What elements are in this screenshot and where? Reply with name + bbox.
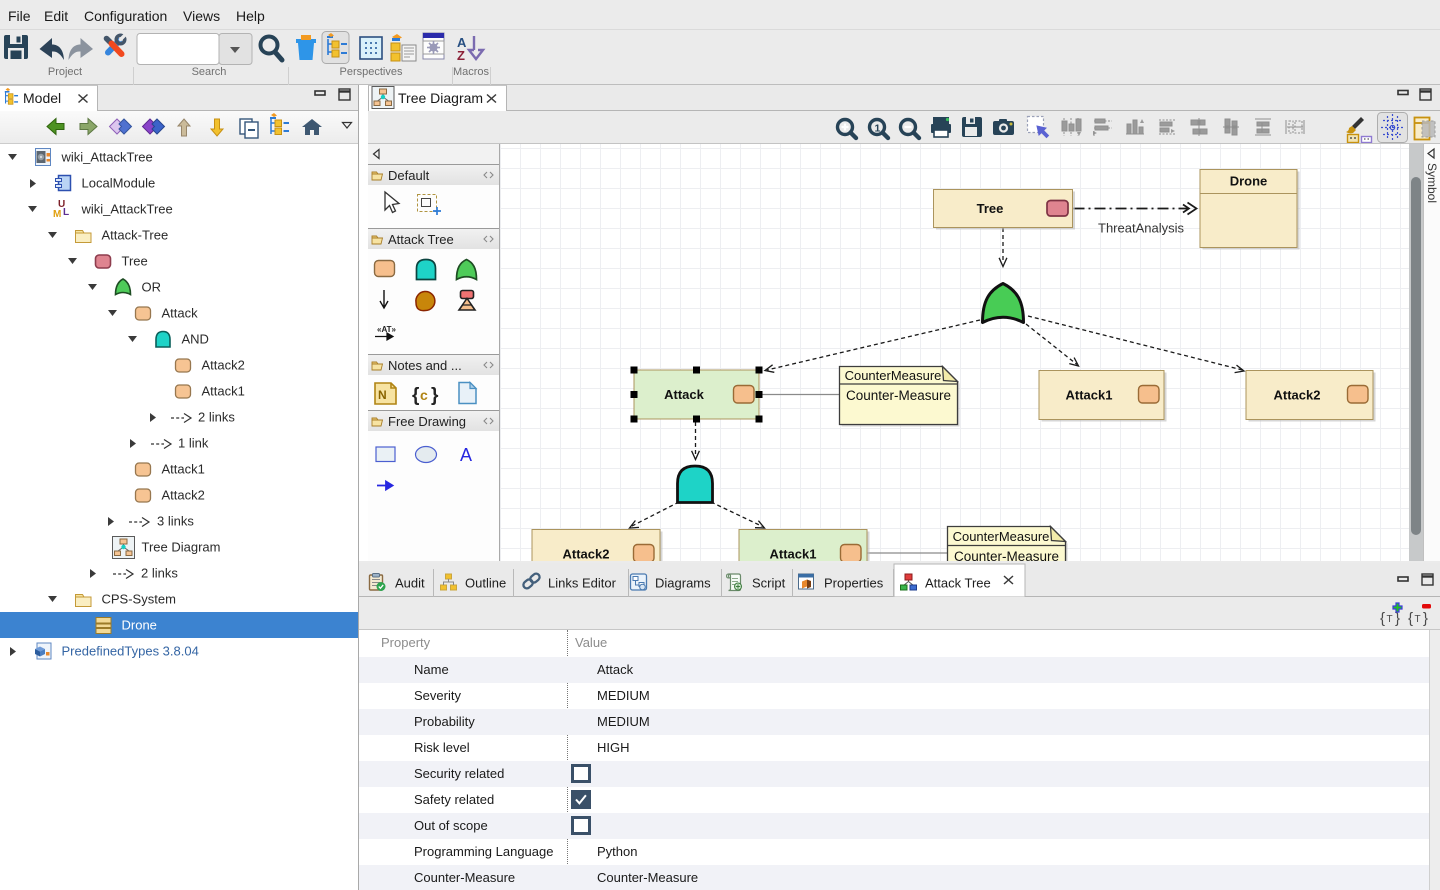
svg-text:Tree: Tree — [122, 254, 148, 269]
svg-text:}: } — [431, 385, 439, 406]
svg-text:Tree Diagram: Tree Diagram — [398, 90, 483, 106]
svg-text:Drone: Drone — [1230, 174, 1268, 189]
svg-text:Diagrams: Diagrams — [655, 576, 711, 591]
svg-text:2 links: 2 links — [141, 566, 178, 581]
svg-text:Script: Script — [752, 576, 786, 591]
svg-text:Attack: Attack — [162, 306, 199, 321]
svg-text:Attack-Tree: Attack-Tree — [102, 228, 169, 243]
svg-text:Attack2: Attack2 — [563, 547, 610, 562]
svg-text:Tree Diagram: Tree Diagram — [142, 540, 221, 555]
svg-text:Counter-Measure: Counter-Measure — [846, 388, 951, 403]
svg-text:Attack1: Attack1 — [770, 547, 817, 562]
svg-text:3 links: 3 links — [157, 514, 194, 529]
svg-text:Tree: Tree — [977, 201, 1004, 216]
svg-text:Attack2: Attack2 — [202, 358, 245, 373]
svg-text:{: { — [1380, 610, 1385, 627]
svg-text:{: { — [412, 385, 419, 406]
svg-text:}: } — [1423, 610, 1428, 627]
svg-text:Drone: Drone — [122, 618, 157, 633]
svg-text:Attack2: Attack2 — [1274, 388, 1321, 403]
svg-text:1: 1 — [875, 123, 881, 135]
svg-text:Properties: Properties — [824, 576, 884, 591]
svg-text:Attack: Attack — [664, 387, 705, 402]
svg-text:Counter-Measure: Counter-Measure — [954, 549, 1059, 561]
svg-text:Attack1: Attack1 — [1066, 388, 1113, 403]
svg-text:Outline: Outline — [465, 576, 506, 591]
svg-text:N: N — [378, 388, 387, 402]
svg-text:c: c — [420, 387, 428, 403]
svg-text:CounterMeasure: CounterMeasure — [845, 368, 942, 383]
svg-text:Audit: Audit — [395, 576, 425, 591]
svg-text:{: { — [1408, 610, 1413, 627]
svg-text:Symbol: Symbol — [1425, 163, 1439, 203]
svg-text:1 link: 1 link — [178, 436, 209, 451]
svg-text:LocalModule: LocalModule — [82, 176, 156, 191]
svg-text:Notes and ...: Notes and ... — [388, 358, 462, 373]
svg-text:PredefinedTypes 3.8.04: PredefinedTypes 3.8.04 — [62, 644, 199, 659]
svg-text:Attack1: Attack1 — [202, 384, 245, 399]
svg-text:Model: Model — [23, 90, 61, 106]
svg-text:Default: Default — [388, 168, 430, 183]
svg-text:2 links: 2 links — [198, 410, 235, 425]
svg-text:wiki_AttackTree: wiki_AttackTree — [61, 150, 153, 165]
svg-text:T: T — [1387, 614, 1393, 625]
svg-text:ThreatAnalysis: ThreatAnalysis — [1098, 221, 1184, 236]
svg-text:Z: Z — [457, 48, 465, 63]
svg-text:OR: OR — [142, 280, 162, 295]
svg-text:Attack Tree: Attack Tree — [925, 576, 991, 591]
svg-text:AND: AND — [182, 332, 209, 347]
svg-text:wiki_AttackTree: wiki_AttackTree — [81, 202, 173, 217]
svg-text:A: A — [460, 445, 472, 465]
svg-text:CounterMeasure: CounterMeasure — [953, 529, 1050, 544]
svg-text:Attack Tree: Attack Tree — [388, 232, 454, 247]
svg-text:Free Drawing: Free Drawing — [388, 414, 466, 429]
svg-text:T: T — [1415, 614, 1421, 625]
svg-text:Links Editor: Links Editor — [548, 576, 617, 591]
svg-text:Attack2: Attack2 — [162, 488, 205, 503]
svg-text:Attack1: Attack1 — [162, 462, 205, 477]
svg-text:CPS-System: CPS-System — [102, 592, 176, 607]
